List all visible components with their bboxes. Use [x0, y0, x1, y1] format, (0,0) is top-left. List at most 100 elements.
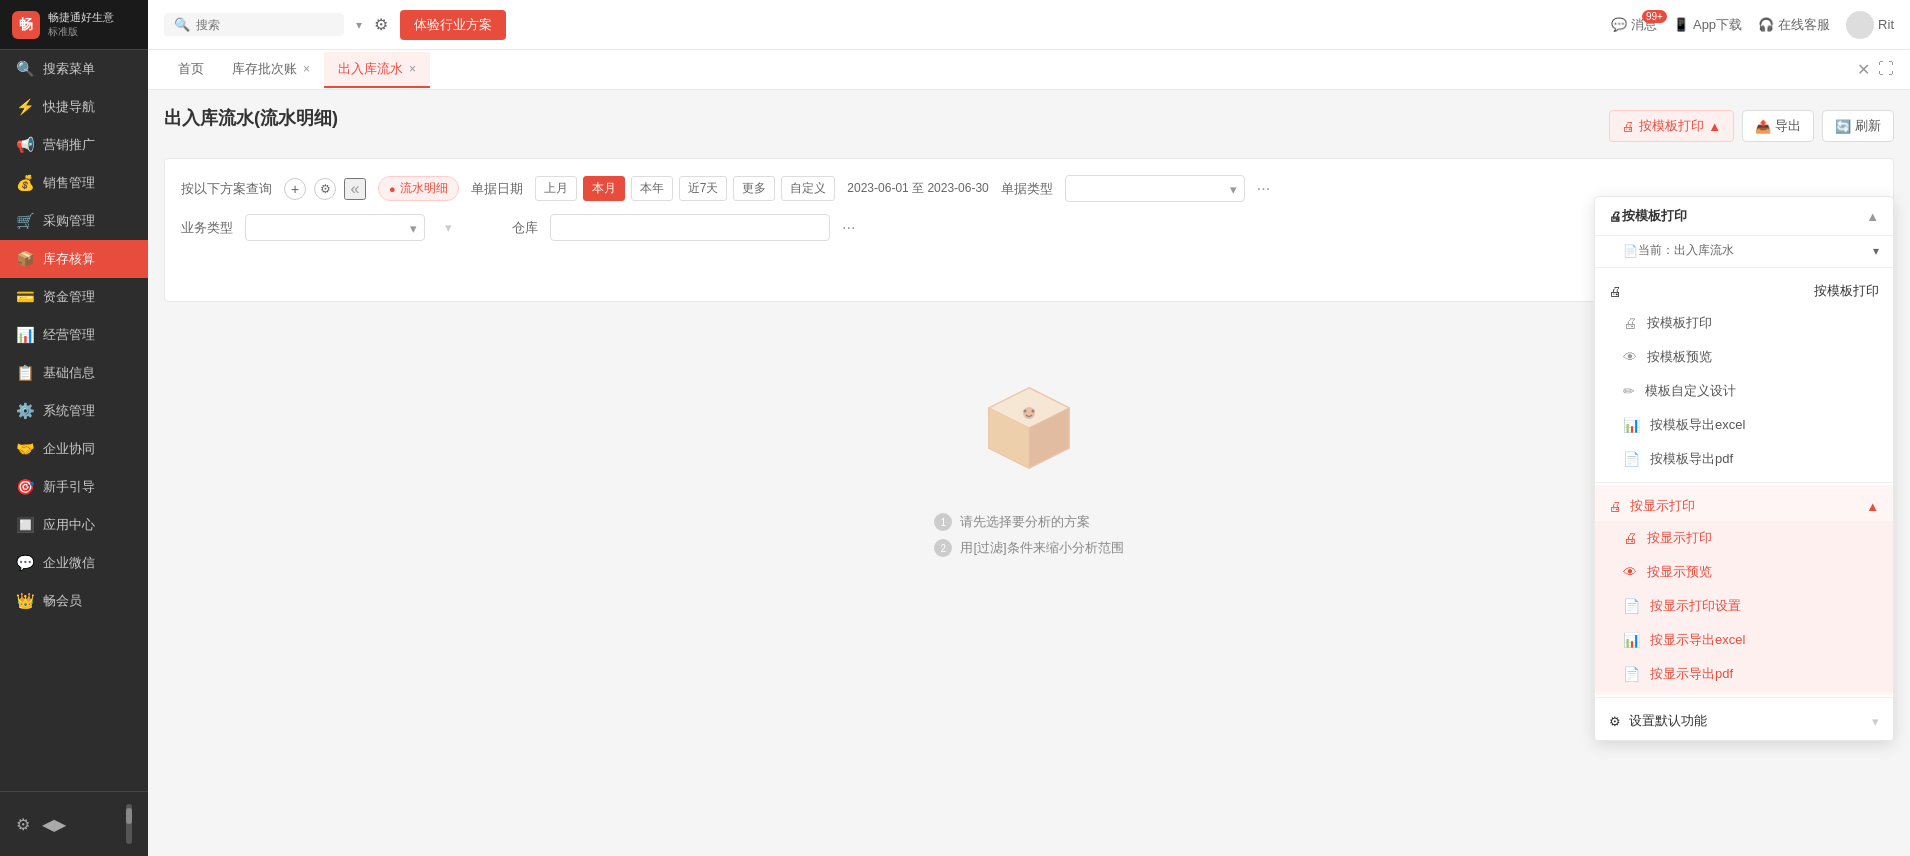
display-settings-item[interactable]: 📄 按显示打印设置	[1595, 589, 1893, 623]
tab-batch[interactable]: 库存批次账 ×	[218, 52, 324, 88]
default-section-arrow: ▾	[1872, 714, 1879, 729]
business-type-select[interactable]	[245, 214, 425, 241]
close-window-icon[interactable]: ✕	[1857, 60, 1870, 79]
export-btn[interactable]: 📤 导出	[1742, 110, 1814, 142]
topbar-search-box[interactable]: 🔍	[164, 13, 344, 36]
sidebar-item-quicknav[interactable]: ⚡ 快捷导航	[0, 88, 148, 126]
topbar-search-input[interactable]	[196, 18, 326, 32]
page-content: 出入库流水(流水明细) 🖨 按模板打印 ▲ 📤 导出 🔄 刷新	[148, 90, 1910, 856]
sidebar-item-search[interactable]: 🔍 搜索菜单	[0, 50, 148, 88]
tab-flow[interactable]: 出入库流水 ×	[324, 52, 430, 88]
pdf-icon: 📄	[1623, 451, 1640, 467]
sidebar-item-basic[interactable]: 📋 基础信息	[0, 354, 148, 392]
app-download-btn[interactable]: 📱 App下载	[1673, 16, 1742, 34]
template-excel-item[interactable]: 📊 按模板导出excel	[1595, 408, 1893, 442]
date-7days-btn[interactable]: 近7天	[679, 176, 728, 201]
maximize-window-icon[interactable]: ⛶	[1878, 60, 1894, 79]
tab-flow-close-icon[interactable]: ×	[409, 63, 416, 75]
sidebar-item-sales[interactable]: 💰 销售管理	[0, 164, 148, 202]
template-pdf-item[interactable]: 📄 按模板导出pdf	[1595, 442, 1893, 476]
collapse-sidebar-icon[interactable]: ◀▶	[42, 815, 66, 834]
sidebar-item-finance[interactable]: 💳 资金管理	[0, 278, 148, 316]
svg-point-6	[1032, 410, 1035, 413]
online-service-btn[interactable]: 🎧 在线客服	[1758, 16, 1830, 34]
display-pdf-item[interactable]: 📄 按显示导出pdf	[1595, 657, 1893, 691]
industry-btn[interactable]: 体验行业方案	[400, 10, 506, 40]
topbar-chevron-icon[interactable]: ▾	[356, 18, 362, 32]
user-name: Rit	[1878, 17, 1894, 32]
sidebar-item-marketing[interactable]: 📢 营销推广	[0, 126, 148, 164]
template-preview-item[interactable]: 👁 按模板预览	[1595, 340, 1893, 374]
filter-collapse-btn[interactable]: «	[344, 178, 366, 200]
dropdown-current-item: 📄 当前：出入库流水 ▾	[1595, 236, 1893, 265]
filter-settings-btn[interactable]: ⚙	[314, 178, 336, 200]
tab-home[interactable]: 首页	[164, 52, 218, 88]
print-template-btn[interactable]: 🖨 按模板打印 ▲	[1609, 110, 1734, 142]
template-section-header: 🖨 按模板打印	[1595, 274, 1893, 306]
sidebar-item-guide[interactable]: 🎯 新手引导	[0, 468, 148, 506]
message-icon: 💬	[1611, 17, 1627, 32]
sidebar-item-purchase[interactable]: 🛒 采购管理	[0, 202, 148, 240]
default-section-header: ⚙ 设置默认功能 ▾	[1595, 704, 1893, 736]
date-prev-month-btn[interactable]: 上月	[535, 176, 577, 201]
current-item-icon: 📄	[1623, 244, 1638, 258]
sidebar: 畅 畅捷通好生意 标准版 🔍 搜索菜单 ⚡ 快捷导航 📢 营销推广 💰 销售管理…	[0, 0, 148, 856]
svg-point-5	[1024, 410, 1027, 413]
display-print-item[interactable]: 🖨 按显示打印	[1595, 521, 1893, 555]
sidebar-item-system[interactable]: ⚙️ 系统管理	[0, 392, 148, 430]
display-section-header: 🖨 按显示打印 ▲	[1595, 489, 1893, 521]
refresh-icon: 🔄	[1835, 119, 1851, 134]
user-avatar-area[interactable]: Rit	[1846, 11, 1894, 39]
print-doc-icon: 🖨	[1623, 315, 1637, 331]
phone-icon: 📱	[1673, 17, 1689, 32]
display-preview-item[interactable]: 👁 按显示预览	[1595, 555, 1893, 589]
warehouse-input[interactable]	[550, 214, 830, 241]
sidebar-item-apps[interactable]: 🔲 应用中心	[0, 506, 148, 544]
sidebar-item-inventory[interactable]: 📦 库存核算	[0, 240, 148, 278]
dropdown-close-chevron[interactable]: ▲	[1866, 209, 1879, 224]
topbar-gear-icon[interactable]: ⚙	[374, 15, 388, 34]
date-filter-label: 单据日期	[471, 180, 523, 198]
settings-footer-icon[interactable]: ⚙	[16, 815, 30, 834]
display-print-icon: 🖨	[1623, 530, 1637, 546]
current-item-arrow: ▾	[1873, 244, 1879, 258]
sidebar-item-operations[interactable]: 📊 经营管理	[0, 316, 148, 354]
refresh-btn[interactable]: 🔄 刷新	[1822, 110, 1894, 142]
business-type-label: 业务类型	[181, 219, 233, 237]
date-year-btn[interactable]: 本年	[631, 176, 673, 201]
date-filter: 上月 本月 本年 近7天 更多 自定义 2023-06-01 至 2023-06…	[535, 176, 989, 201]
filter-label: 按以下方案查询	[181, 180, 272, 198]
tab-batch-label: 库存批次账	[232, 60, 297, 78]
doc-type-select-wrapper	[1065, 175, 1245, 202]
date-custom-btn[interactable]: 自定义	[781, 176, 835, 201]
tab-flow-label: 出入库流水	[338, 60, 403, 78]
date-current-month-btn[interactable]: 本月	[583, 176, 625, 201]
app-logo: 畅 畅捷通好生意 标准版	[0, 0, 148, 50]
empty-illustration	[979, 378, 1079, 497]
template-custom-item[interactable]: ✏ 模板自定义设计	[1595, 374, 1893, 408]
search-icon: 🔍	[16, 60, 35, 78]
messages-count: 99+	[1642, 10, 1667, 23]
business-type-select-wrapper	[245, 214, 425, 241]
sidebar-item-wechat[interactable]: 💬 企业微信	[0, 544, 148, 582]
messages-badge[interactable]: 💬 消息 99+	[1611, 16, 1657, 34]
default-section-icon: ⚙	[1609, 714, 1621, 729]
display-excel-item[interactable]: 📊 按显示导出excel	[1595, 623, 1893, 657]
doc-type-filter-label: 单据类型	[1001, 180, 1053, 198]
warehouse-more-btn[interactable]: ···	[842, 219, 855, 237]
template-print-item[interactable]: 🖨 按模板打印	[1595, 306, 1893, 340]
sidebar-footer: ⚙ ◀▶	[0, 791, 148, 856]
sidebar-item-vip[interactable]: 👑 畅会员	[0, 582, 148, 620]
tab-batch-close-icon[interactable]: ×	[303, 63, 310, 75]
template-section-icon: 🖨	[1609, 284, 1622, 299]
doc-type-select[interactable]	[1065, 175, 1245, 202]
dropdown-print-icon: 🖨	[1609, 209, 1622, 224]
sidebar-item-collab[interactable]: 🤝 企业协同	[0, 430, 148, 468]
date-more-btn[interactable]: 更多	[733, 176, 775, 201]
money-icon: 💰	[16, 174, 35, 192]
doc-type-more-btn[interactable]: ···	[1257, 180, 1270, 198]
print-dropdown-panel: 🖨 按模板打印 ▲ 📄 当前：出入库流水 ▾ 🖨 按模板打印 🖨 按模板打印	[1594, 196, 1894, 741]
chat-icon: 💬	[16, 554, 35, 572]
filter-add-btn[interactable]: +	[284, 178, 306, 200]
topbar: 🔍 ▾ ⚙ 体验行业方案 💬 消息 99+ 📱 App下载 🎧 在线客服 Rit	[148, 0, 1910, 50]
